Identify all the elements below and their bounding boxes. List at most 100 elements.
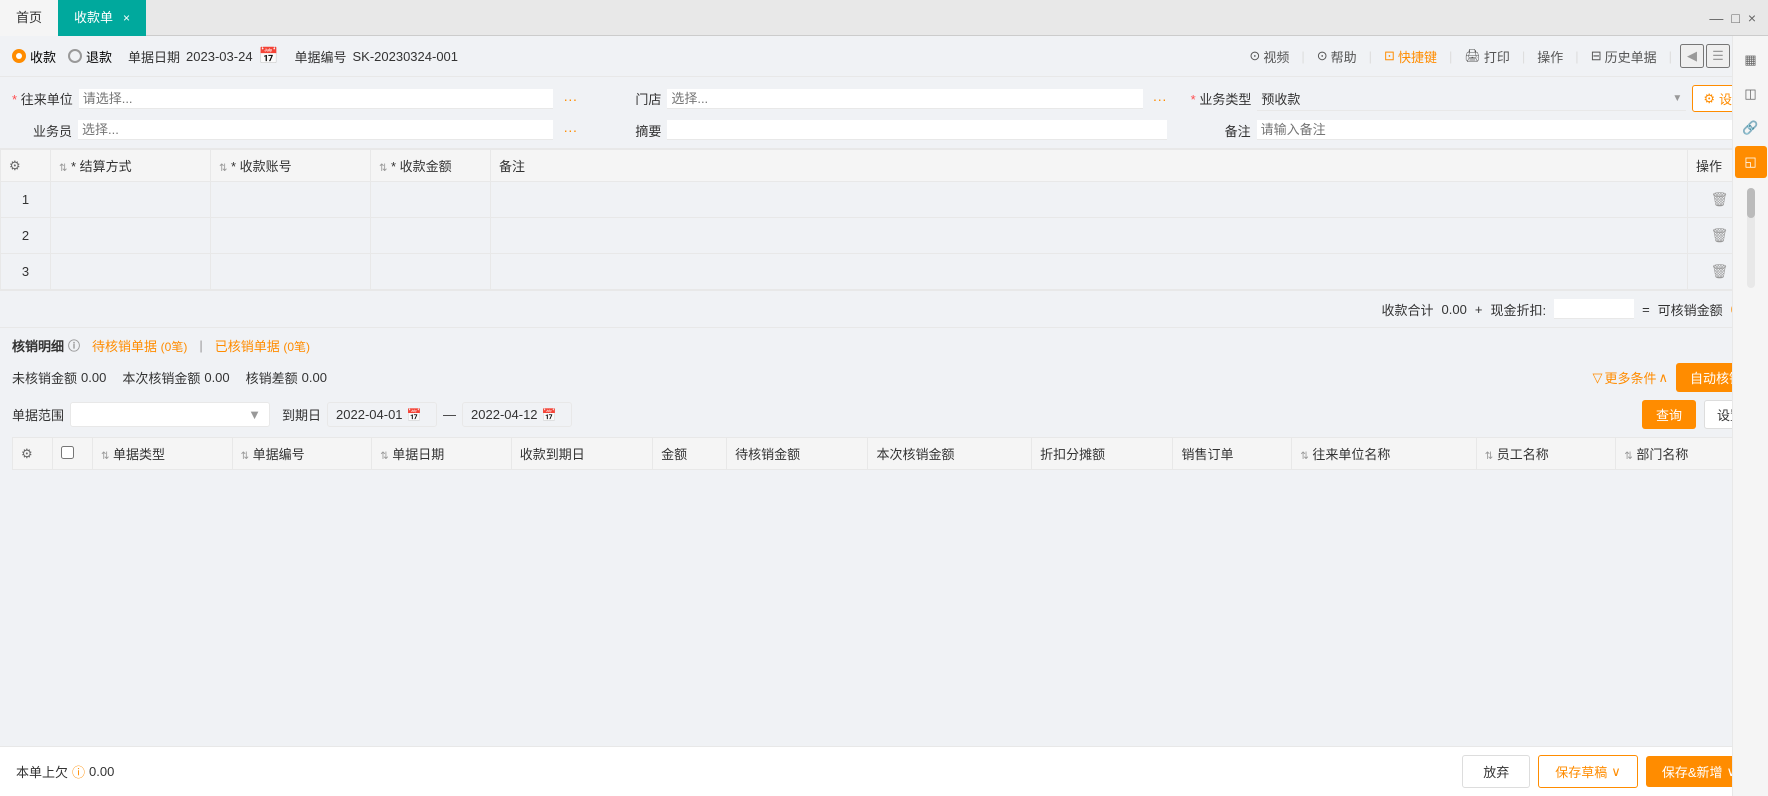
- row-num-1: 1: [1, 182, 51, 218]
- col-staff-label: 员工名称: [1497, 447, 1549, 462]
- tab-active-label: 收款单: [74, 0, 113, 36]
- row-settle-2[interactable]: [51, 218, 211, 254]
- bottom-gear-icon[interactable]: ⚙: [21, 446, 33, 461]
- row-account-2[interactable]: [211, 218, 371, 254]
- tab-active[interactable]: 收款单 ×: [58, 0, 146, 36]
- remark-input[interactable]: [1257, 120, 1756, 140]
- row-delete-btn-3[interactable]: 🗑: [1711, 263, 1729, 280]
- staff-more-icon[interactable]: ···: [563, 122, 577, 138]
- collect-total-value: 0.00: [1442, 302, 1467, 317]
- date-from-input[interactable]: 2022-04-01 📅: [327, 402, 437, 427]
- print-label: 打印: [1484, 47, 1510, 66]
- sidebar-table-icon[interactable]: ▦: [1735, 44, 1767, 76]
- row-amount-3[interactable]: [371, 254, 491, 290]
- col-pending-label: 待核销金额: [735, 447, 800, 462]
- table-gear-icon[interactable]: ⚙: [9, 158, 21, 173]
- radio-collect-label: 收款: [30, 47, 56, 66]
- partner-more-icon[interactable]: ···: [563, 91, 577, 107]
- shortcut-label: 快捷键: [1398, 47, 1437, 66]
- sidebar-document-icon[interactable]: ◫: [1735, 78, 1767, 110]
- prev-view-button[interactable]: ◀: [1680, 44, 1704, 68]
- scrollbar-thumb[interactable]: [1747, 188, 1755, 218]
- done-tab[interactable]: 已核销单据 (0笔): [215, 336, 310, 355]
- row-delete-btn-1[interactable]: 🗑: [1711, 191, 1729, 208]
- date-value[interactable]: 2023-03-24: [186, 49, 253, 64]
- pending-tab[interactable]: 待核销单据 (0笔): [92, 336, 187, 355]
- date-from-icon[interactable]: 📅: [407, 408, 422, 422]
- date-to-icon[interactable]: 📅: [542, 408, 557, 422]
- help-button[interactable]: ⊙ 帮助: [1313, 45, 1361, 68]
- tab-close-icon[interactable]: ×: [123, 0, 130, 36]
- tab-home[interactable]: 首页: [0, 0, 58, 36]
- sort-icon-account: ⇅: [219, 163, 227, 174]
- col-amount-label: ⇅ * 收款金额: [379, 159, 452, 174]
- biz-type-select[interactable]: 预收款 ▼: [1257, 87, 1686, 111]
- col-dept-label: 部门名称: [1636, 447, 1688, 462]
- sort-icon-settle: ⇅: [59, 163, 67, 174]
- row-settle-3[interactable]: [51, 254, 211, 290]
- row-remark-2[interactable]: [491, 218, 1688, 254]
- radio-collect-dot: [16, 53, 22, 59]
- row-amount-1[interactable]: [371, 182, 491, 218]
- query-button[interactable]: 查询: [1642, 400, 1696, 429]
- draft-button[interactable]: 保存草稿 ∨: [1538, 755, 1638, 788]
- footer-info: 本单上欠 ⓘ 0.00: [16, 762, 114, 781]
- store-more-icon[interactable]: ···: [1153, 91, 1167, 107]
- row-settle-1[interactable]: [51, 182, 211, 218]
- shortcut-icon: ⊡: [1384, 48, 1395, 64]
- staff-input[interactable]: [78, 120, 553, 140]
- store-input[interactable]: [667, 89, 1142, 109]
- window-close-button[interactable]: ×: [1748, 10, 1756, 26]
- col-checkbox: [53, 438, 93, 470]
- discount-input[interactable]: [1554, 299, 1634, 319]
- done-count: (0笔): [283, 340, 310, 354]
- row-amount-2[interactable]: [371, 218, 491, 254]
- col-header-settle: ⇅ * 结算方式: [51, 150, 211, 182]
- col-current-label: 本次核销金额: [876, 447, 954, 462]
- number-value[interactable]: SK-20230324-001: [352, 49, 458, 64]
- biz-type-label-text: 业务类型: [1199, 92, 1251, 107]
- range-select[interactable]: ▼: [70, 402, 270, 427]
- up-value: 0.00: [89, 764, 114, 779]
- diff-value: 0.00: [302, 370, 327, 385]
- sidebar-expand-icon[interactable]: ◱: [1735, 146, 1767, 178]
- sort-number: ⇅: [241, 451, 249, 462]
- video-button[interactable]: ⊙ 视频: [1245, 45, 1293, 68]
- row-remark-1[interactable]: [491, 182, 1688, 218]
- radio-refund[interactable]: 退款: [68, 47, 112, 66]
- row-account-3[interactable]: [211, 254, 371, 290]
- radio-collect[interactable]: 收款: [12, 47, 56, 66]
- remark-label: 备注: [1191, 121, 1251, 140]
- sidebar-link-icon[interactable]: 🔗: [1735, 112, 1767, 144]
- print-button[interactable]: 🖨 打印: [1460, 45, 1514, 68]
- form-area: * 往来单位 ··· 门店 ··· * 业务类型: [0, 77, 1768, 149]
- footer-info-icon[interactable]: ⓘ: [72, 762, 85, 781]
- maximize-button[interactable]: □: [1731, 10, 1739, 26]
- history-label: 历史单据: [1605, 47, 1657, 66]
- list-view-button[interactable]: ☰: [1706, 44, 1730, 68]
- row-remark-3[interactable]: [491, 254, 1688, 290]
- scrollbar-track[interactable]: [1747, 188, 1755, 288]
- section-info-icon[interactable]: ⓘ: [68, 337, 80, 354]
- select-all-checkbox[interactable]: [61, 446, 74, 459]
- date-to-input[interactable]: 2022-04-12 📅: [462, 402, 572, 427]
- col-account-label: ⇅ * 收款账号: [219, 159, 292, 174]
- section-title-text: 核销明细: [12, 336, 64, 355]
- row-account-1[interactable]: [211, 182, 371, 218]
- row-delete-btn-2[interactable]: 🗑: [1711, 227, 1729, 244]
- summary-input[interactable]: [667, 120, 1166, 140]
- form-row-1: * 往来单位 ··· 门店 ··· * 业务类型: [12, 85, 1756, 112]
- partner-input[interactable]: [79, 89, 554, 109]
- operation-button[interactable]: 操作: [1533, 45, 1567, 68]
- col-settle-label: ⇅ * 结算方式: [59, 159, 132, 174]
- date-picker-icon[interactable]: 📅: [259, 46, 279, 66]
- main-content: 收款 退款 单据日期 2023-03-24 📅 单据编号 SK-20230324…: [0, 36, 1768, 796]
- minimize-button[interactable]: —: [1709, 10, 1723, 26]
- more-conditions-btn[interactable]: ▽ 更多条件 ∧: [1592, 368, 1668, 387]
- history-button[interactable]: ⊟ 历史单据: [1587, 45, 1661, 68]
- col-order-h: 销售订单: [1173, 438, 1292, 470]
- abandon-button[interactable]: 放弃: [1462, 755, 1530, 788]
- settings-gear-icon: ⚙: [1703, 91, 1715, 107]
- summary-label: 摘要: [601, 121, 661, 140]
- shortcut-button[interactable]: ⊡ 快捷键: [1380, 45, 1441, 68]
